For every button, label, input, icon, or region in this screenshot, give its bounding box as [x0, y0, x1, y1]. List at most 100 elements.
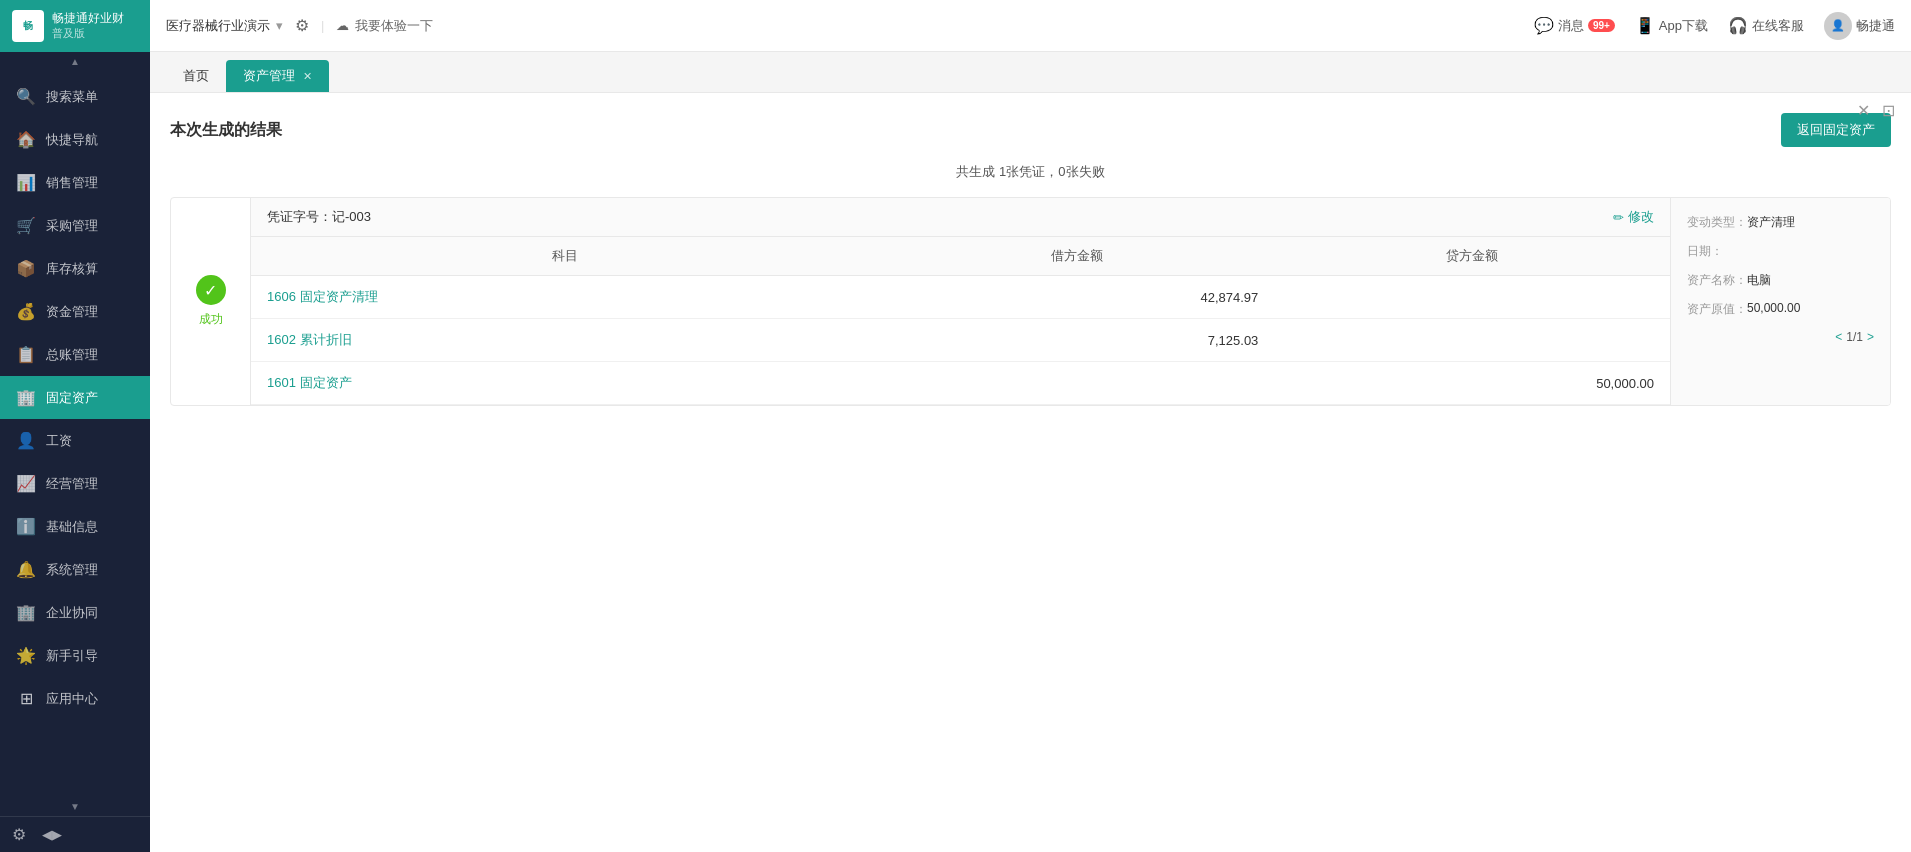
messages-action[interactable]: 💬 消息 99+ [1534, 16, 1615, 35]
sidebar-item-basic-info[interactable]: ℹ️ 基础信息 [0, 505, 150, 548]
col-subject: 科目 [251, 237, 879, 276]
ledger-icon: 📋 [16, 345, 36, 364]
sales-icon: 📊 [16, 173, 36, 192]
system-icon: 🔔 [16, 560, 36, 579]
experience-text: 我要体验一下 [355, 17, 433, 35]
chevron-down-icon: ▾ [276, 18, 283, 33]
sidebar-item-label: 销售管理 [46, 174, 98, 192]
edit-button[interactable]: ✏ 修改 [1613, 208, 1654, 226]
sidebar-item-purchase[interactable]: 🛒 采购管理 [0, 204, 150, 247]
topbar-sep: | [321, 18, 324, 33]
side-pagination: < 1/1 > [1687, 330, 1874, 344]
cell-debit: 7,125.03 [879, 319, 1275, 362]
cell-credit [1274, 319, 1670, 362]
user-action[interactable]: 👤 畅捷通 [1824, 12, 1895, 40]
app-center-icon: ⊞ [16, 689, 36, 708]
sidebar-item-label: 新手引导 [46, 647, 98, 665]
scroll-up-arrow[interactable]: ▲ [0, 52, 150, 71]
expand-icon[interactable]: ⊡ [1882, 101, 1895, 120]
scroll-down-arrow[interactable]: ▼ [0, 797, 150, 816]
change-type-label: 变动类型： [1687, 214, 1747, 231]
pagination-text: 1/1 [1846, 330, 1863, 344]
sidebar-item-label: 经营管理 [46, 475, 98, 493]
app-download-action[interactable]: 📱 App下载 [1635, 16, 1708, 35]
sidebar-item-guide[interactable]: 🌟 新手引导 [0, 634, 150, 677]
sidebar-item-ledger[interactable]: 📋 总账管理 [0, 333, 150, 376]
company-selector[interactable]: 医疗器械行业演示 ▾ [166, 17, 283, 35]
cell-credit: 50,000.00 [1274, 362, 1670, 405]
message-icon: 💬 [1534, 16, 1554, 35]
topbar-settings-icon[interactable]: ⚙ [295, 16, 309, 35]
sidebar-item-label: 固定资产 [46, 389, 98, 407]
sidebar-logo: 畅 畅捷通好业财 普及版 [0, 0, 150, 52]
user-label: 畅捷通 [1856, 17, 1895, 35]
collapse-icon[interactable]: ◀▶ [42, 827, 62, 842]
sidebar-item-quick-nav[interactable]: 🏠 快捷导航 [0, 118, 150, 161]
window-controls: ✕ ⊡ [1857, 101, 1895, 120]
table-row: 1602 累计折旧 7,125.03 [251, 319, 1670, 362]
messages-badge: 99+ [1588, 19, 1615, 32]
tab-close-icon[interactable]: ✕ [303, 70, 312, 83]
sidebar-item-payroll[interactable]: 👤 工资 [0, 419, 150, 462]
page-title: 本次生成的结果 [170, 120, 282, 141]
sidebar-item-label: 采购管理 [46, 217, 98, 235]
tabbar: 首页 资产管理 ✕ [150, 52, 1911, 93]
sidebar-item-label: 应用中心 [46, 690, 98, 708]
settings-icon[interactable]: ⚙ [12, 825, 26, 844]
online-service-label: 在线客服 [1752, 17, 1804, 35]
asset-name-value: 电脑 [1747, 272, 1874, 289]
sidebar-item-label: 库存核算 [46, 260, 98, 278]
change-type-value: 资产清理 [1747, 214, 1874, 231]
content-header: 本次生成的结果 返回固定资产 [170, 113, 1891, 147]
sidebar-item-search-menu[interactable]: 🔍 搜索菜单 [0, 75, 150, 118]
sidebar-item-fixed-assets[interactable]: 🏢 固定资产 [0, 376, 150, 419]
search-icon: 🔍 [16, 87, 36, 106]
payroll-icon: 👤 [16, 431, 36, 450]
operations-icon: 📈 [16, 474, 36, 493]
app-download-label: App下载 [1659, 17, 1708, 35]
sidebar-item-inventory[interactable]: 📦 库存核算 [0, 247, 150, 290]
sidebar-item-label: 快捷导航 [46, 131, 98, 149]
logo-title: 畅捷通好业财 [52, 11, 124, 27]
side-date: 日期： [1687, 243, 1874, 260]
sidebar-bottom: ⚙ ◀▶ [0, 816, 150, 852]
fixed-assets-icon: 🏢 [16, 388, 36, 407]
sidebar-item-operations[interactable]: 📈 经营管理 [0, 462, 150, 505]
sidebar-item-sales[interactable]: 📊 销售管理 [0, 161, 150, 204]
edit-icon: ✏ [1613, 210, 1624, 225]
asset-name-label: 资产名称： [1687, 272, 1747, 289]
cloud-icon: ☁ [336, 18, 349, 33]
online-service-action[interactable]: 🎧 在线客服 [1728, 16, 1804, 35]
status-text: 成功 [199, 311, 223, 328]
cell-credit [1274, 276, 1670, 319]
voucher-block: ✓ 成功 凭证字号：记-003 ✏ 修改 科目 借方 [170, 197, 1891, 406]
tab-asset-management[interactable]: 资产管理 ✕ [226, 60, 329, 92]
asset-value-label: 资产原值： [1687, 301, 1747, 318]
sidebar-item-label: 基础信息 [46, 518, 98, 536]
basic-info-icon: ℹ️ [16, 517, 36, 536]
sidebar-item-app-center[interactable]: ⊞ 应用中心 [0, 677, 150, 720]
sidebar-nav: 🔍 搜索菜单 🏠 快捷导航 📊 销售管理 🛒 采购管理 📦 库存核算 💰 资金管… [0, 71, 150, 797]
service-icon: 🎧 [1728, 16, 1748, 35]
sidebar-item-finance[interactable]: 💰 资金管理 [0, 290, 150, 333]
cell-subject: 1606 固定资产清理 [251, 276, 879, 319]
experience-button[interactable]: ☁ 我要体验一下 [336, 17, 433, 35]
table-row: 1601 固定资产 50,000.00 [251, 362, 1670, 405]
cell-subject: 1602 累计折旧 [251, 319, 879, 362]
messages-label: 消息 [1558, 17, 1584, 35]
edit-label: 修改 [1628, 208, 1654, 226]
voucher-id: 凭证字号：记-003 [267, 208, 371, 226]
prev-page-button[interactable]: < [1835, 330, 1842, 344]
close-icon[interactable]: ✕ [1857, 101, 1870, 120]
topbar: 医疗器械行业演示 ▾ ⚙ | ☁ 我要体验一下 💬 消息 99+ 📱 App下载… [150, 0, 1911, 52]
sidebar-item-system[interactable]: 🔔 系统管理 [0, 548, 150, 591]
side-asset-name: 资产名称： 电脑 [1687, 272, 1874, 289]
sidebar-item-label: 资金管理 [46, 303, 98, 321]
tab-home[interactable]: 首页 [166, 60, 226, 92]
next-page-button[interactable]: > [1867, 330, 1874, 344]
sidebar-item-enterprise[interactable]: 🏢 企业协同 [0, 591, 150, 634]
logo-subtitle: 普及版 [52, 26, 124, 41]
cell-debit [879, 362, 1275, 405]
voucher-header: 凭证字号：记-003 ✏ 修改 [251, 198, 1670, 237]
side-change-type: 变动类型： 资产清理 [1687, 214, 1874, 231]
